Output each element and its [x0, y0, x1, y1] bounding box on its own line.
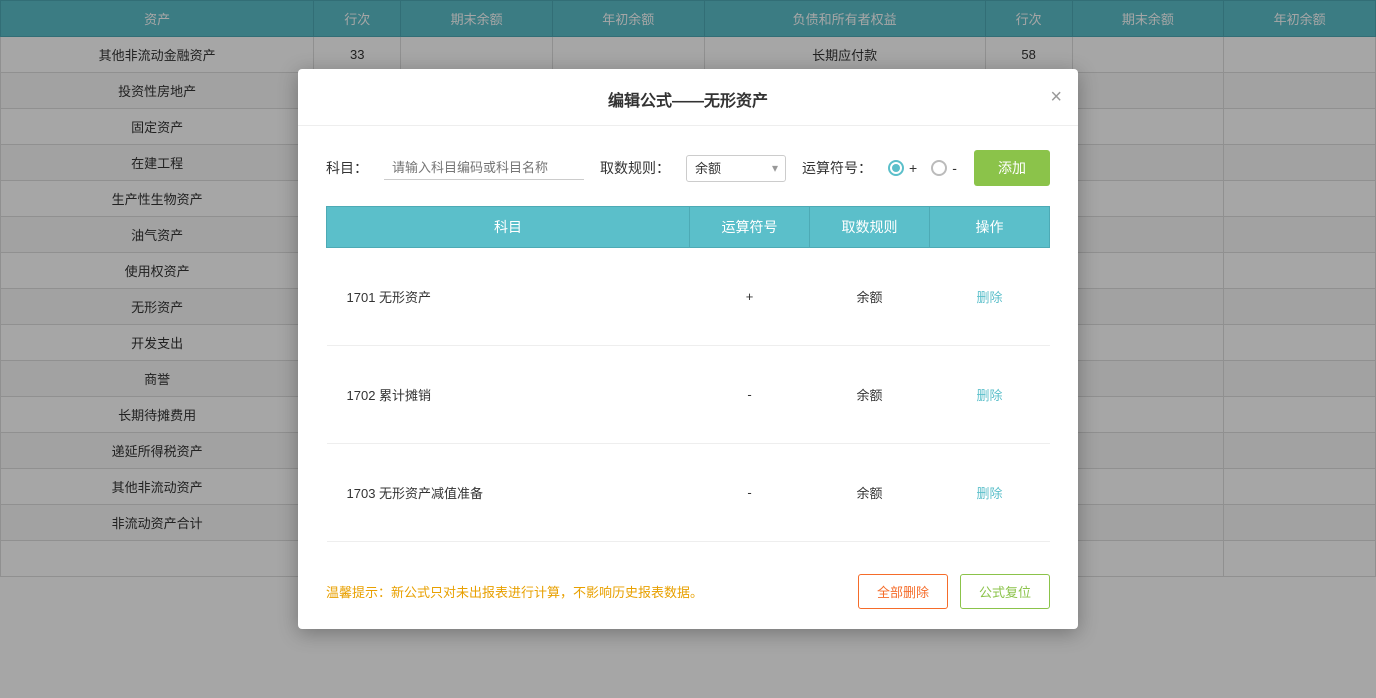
- operator-label: 运算符号：: [802, 158, 872, 178]
- footer-buttons: 全部删除 公式复位: [858, 574, 1050, 609]
- formula-row: 1701 无形资产+余额 删除: [327, 248, 1050, 346]
- formula-rule: 余额: [810, 444, 930, 542]
- footer-hint: 温馨提示：新公式只对未出报表进行计算，不影响历史报表数据。: [326, 582, 703, 601]
- minus-radio-circle: [931, 160, 947, 176]
- formula-operator: +: [690, 248, 810, 346]
- rule-select[interactable]: 余额: [686, 155, 786, 182]
- delete-row-button[interactable]: 删除: [976, 486, 1002, 501]
- add-button[interactable]: 添加: [974, 150, 1050, 186]
- rule-label: 取数规则：: [600, 158, 670, 178]
- operator-radio-group: + -: [888, 160, 957, 176]
- formula-action: 删除: [930, 444, 1050, 542]
- table-header-rule: 取数规则: [810, 207, 930, 248]
- reset-formula-button[interactable]: 公式复位: [960, 574, 1050, 609]
- subject-input[interactable]: [384, 156, 584, 180]
- modal-body: 科目： 取数规则： 余额 运算符号： + - 添加: [298, 126, 1078, 558]
- formula-rule: 余额: [810, 346, 930, 444]
- formula-operator: -: [690, 346, 810, 444]
- table-header-operator: 运算符号: [690, 207, 810, 248]
- delete-row-button[interactable]: 删除: [976, 290, 1002, 305]
- formula-action: 删除: [930, 248, 1050, 346]
- minus-radio-label: -: [952, 160, 957, 176]
- table-header-subject: 科目: [327, 207, 690, 248]
- formula-subject: 1701 无形资产: [327, 248, 690, 346]
- table-header-action: 操作: [930, 207, 1050, 248]
- plus-radio-label: +: [909, 160, 917, 176]
- modal-title: 编辑公式——无形资产: [608, 87, 768, 111]
- delete-all-button[interactable]: 全部删除: [858, 574, 948, 609]
- operator-minus-radio[interactable]: -: [931, 160, 957, 176]
- formula-action: 删除: [930, 346, 1050, 444]
- formula-row: 1703 无形资产减值准备-余额 删除: [327, 444, 1050, 542]
- formula-subject: 1703 无形资产减值准备: [327, 444, 690, 542]
- delete-row-button[interactable]: 删除: [976, 388, 1002, 403]
- formula-table: 科目 运算符号 取数规则 操作 1701 无形资产+余额删除1702 累计摊销-…: [326, 206, 1050, 542]
- form-row: 科目： 取数规则： 余额 运算符号： + - 添加: [326, 150, 1050, 186]
- formula-subject: 1702 累计摊销: [327, 346, 690, 444]
- subject-label: 科目：: [326, 158, 368, 178]
- modal-footer: 温馨提示：新公式只对未出报表进行计算，不影响历史报表数据。 全部删除 公式复位: [298, 558, 1078, 629]
- modal-header: 编辑公式——无形资产 ×: [298, 69, 1078, 126]
- operator-plus-radio[interactable]: +: [888, 160, 917, 176]
- plus-radio-circle: [888, 160, 904, 176]
- rule-select-wrap: 余额: [686, 155, 786, 182]
- edit-formula-modal: 编辑公式——无形资产 × 科目： 取数规则： 余额 运算符号： +: [298, 69, 1078, 629]
- formula-rule: 余额: [810, 248, 930, 346]
- formula-operator: -: [690, 444, 810, 542]
- modal-close-button[interactable]: ×: [1050, 87, 1062, 107]
- formula-row: 1702 累计摊销-余额 删除: [327, 346, 1050, 444]
